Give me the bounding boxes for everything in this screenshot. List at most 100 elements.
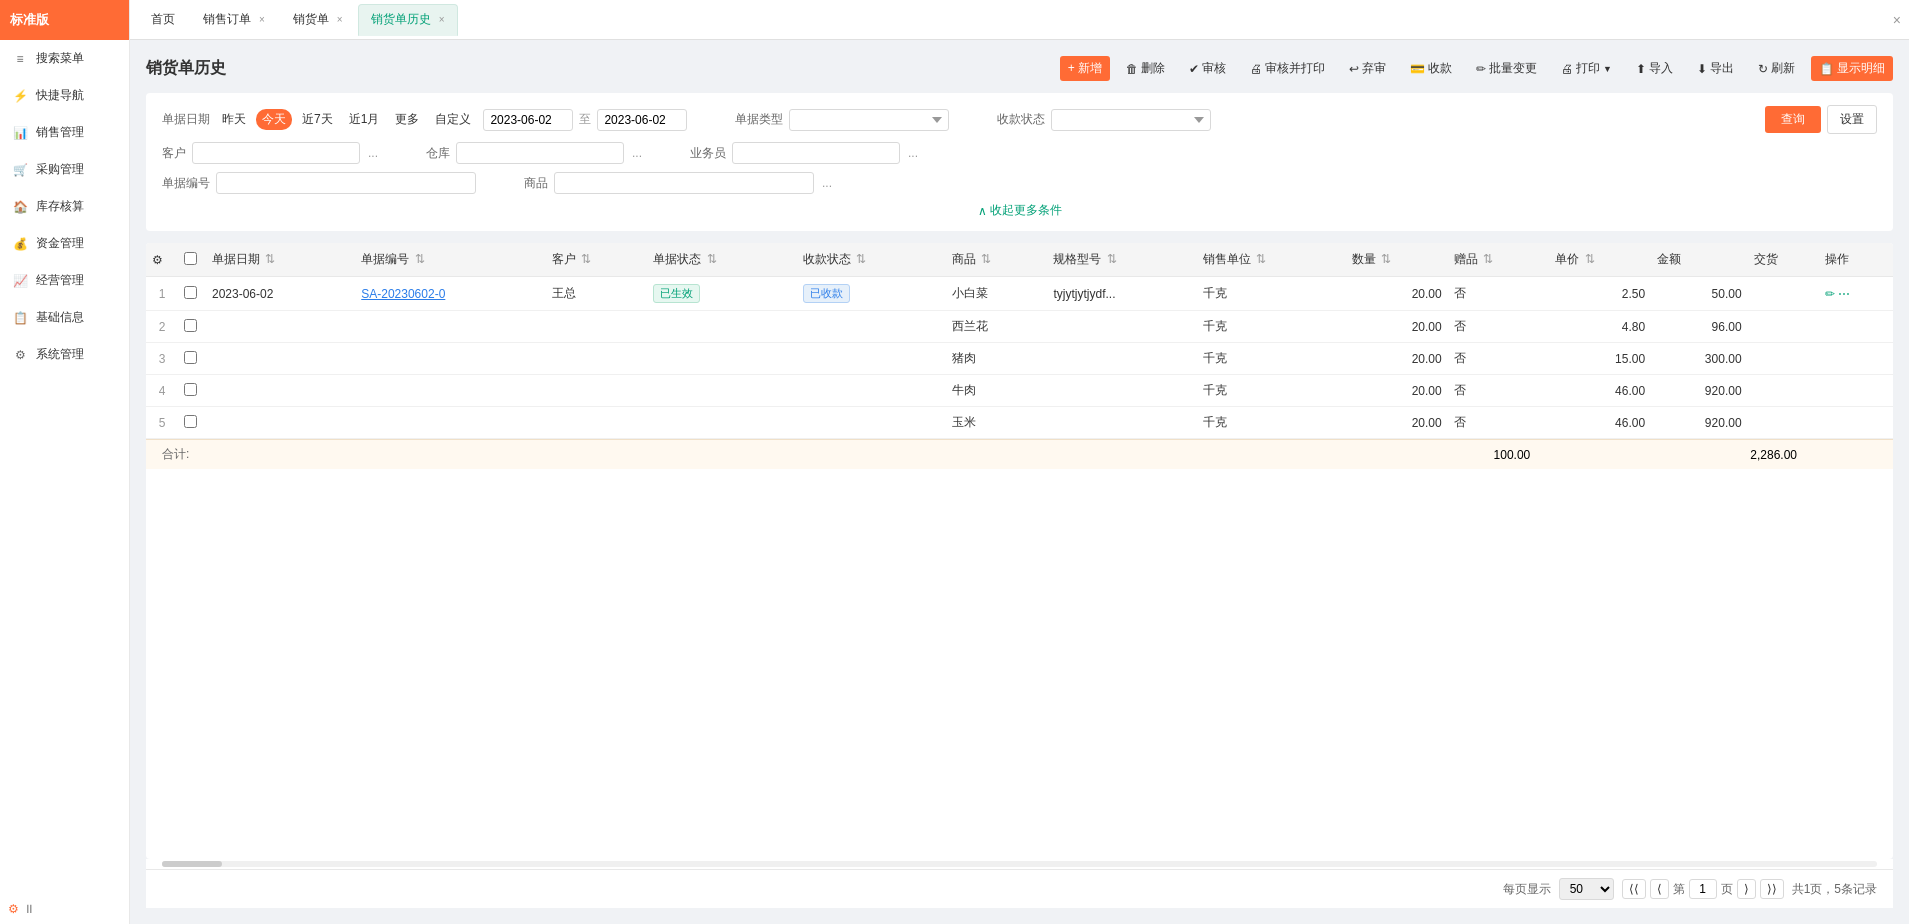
new-button[interactable]: + 新增: [1060, 56, 1110, 81]
cell-checkbox[interactable]: [178, 407, 206, 439]
tab-bar-close-all[interactable]: ×: [1893, 12, 1901, 28]
tab-sales-goods-close[interactable]: ×: [337, 14, 343, 25]
goods-input[interactable]: [554, 172, 814, 194]
date-chip-yesterday[interactable]: 昨天: [216, 109, 252, 130]
sidebar-item-purchase[interactable]: 🛒 采购管理: [0, 151, 129, 188]
more-action[interactable]: ⋯: [1838, 287, 1850, 301]
col-gift-sort[interactable]: ⇅: [1483, 252, 1493, 266]
sidebar-collapse-btn[interactable]: ⏸: [23, 902, 35, 916]
sidebar-item-quicknav[interactable]: ⚡ 快捷导航: [0, 77, 129, 114]
sidebar-item-basic[interactable]: 📋 基础信息: [0, 299, 129, 336]
show-detail-button[interactable]: 📋 显示明细: [1811, 56, 1893, 81]
page-prev-btn[interactable]: ⟨: [1650, 879, 1669, 899]
payment-status-select[interactable]: [1051, 109, 1211, 131]
batch-change-button[interactable]: ✏ 批量变更: [1468, 56, 1545, 81]
cell-checkbox[interactable]: [178, 375, 206, 407]
date-chip-more[interactable]: 更多: [389, 109, 425, 130]
col-price[interactable]: 单价 ⇅: [1549, 243, 1651, 277]
row-checkbox[interactable]: [184, 351, 197, 364]
tab-sales-history[interactable]: 销货单历史 ×: [358, 4, 458, 36]
tab-sales-history-close[interactable]: ×: [439, 14, 445, 25]
set-button[interactable]: 设置: [1827, 105, 1877, 134]
page-last-btn[interactable]: ⟩⟩: [1760, 879, 1784, 899]
col-goods-sort[interactable]: ⇅: [981, 252, 991, 266]
import-button[interactable]: ⬆ 导入: [1628, 56, 1681, 81]
salesman-input[interactable]: [732, 142, 900, 164]
filter-panel: 单据日期 昨天 今天 近7天 近1月 更多 自定义 至 单据类型: [146, 93, 1893, 231]
edit-action[interactable]: ✏: [1825, 287, 1835, 301]
sidebar-item-search[interactable]: ≡ 搜索菜单: [0, 40, 129, 77]
select-all-checkbox[interactable]: [184, 252, 197, 265]
sidebar-item-inventory[interactable]: 🏠 库存核算: [0, 188, 129, 225]
sidebar-item-operation[interactable]: 📈 经营管理: [0, 262, 129, 299]
col-unit-sort[interactable]: ⇅: [1256, 252, 1266, 266]
col-customer[interactable]: 客户 ⇅: [546, 243, 648, 277]
cell-checkbox[interactable]: [178, 311, 206, 343]
col-doc-status-sort[interactable]: ⇅: [707, 252, 717, 266]
collapse-filter-btn[interactable]: ∧ 收起更多条件: [162, 202, 1877, 219]
page-size-select[interactable]: 50 100 200: [1559, 878, 1614, 900]
cell-checkbox[interactable]: [178, 343, 206, 375]
page-number-input[interactable]: [1689, 879, 1717, 899]
date-from-input[interactable]: [483, 109, 573, 131]
col-date-sort[interactable]: ⇅: [265, 252, 275, 266]
col-goods[interactable]: 商品 ⇅: [946, 243, 1048, 277]
review-print-button[interactable]: 🖨 审核并打印: [1242, 56, 1333, 81]
row-checkbox[interactable]: [184, 415, 197, 428]
scrollbar-thumb[interactable]: [162, 861, 222, 867]
date-chip-7days[interactable]: 近7天: [296, 109, 339, 130]
sidebar-settings-btn[interactable]: ⚙: [8, 902, 19, 916]
col-unit[interactable]: 销售单位 ⇅: [1197, 243, 1346, 277]
sidebar-item-sales[interactable]: 📊 销售管理: [0, 114, 129, 151]
col-payment-status[interactable]: 收款状态 ⇅: [797, 243, 946, 277]
goods-picker[interactable]: ...: [822, 176, 832, 190]
col-qty[interactable]: 数量 ⇅: [1346, 243, 1448, 277]
abandon-button[interactable]: ↩ 弃审: [1341, 56, 1394, 81]
page-next-btn[interactable]: ⟩: [1737, 879, 1756, 899]
date-chip-custom[interactable]: 自定义: [429, 109, 477, 130]
col-spec-sort[interactable]: ⇅: [1107, 252, 1117, 266]
warehouse-input[interactable]: [456, 142, 624, 164]
tab-sales-goods[interactable]: 销货单 ×: [280, 4, 356, 36]
settings-column-icon[interactable]: ⚙: [152, 253, 163, 267]
print-button[interactable]: 🖨 打印 ▼: [1553, 56, 1620, 81]
page-first-btn[interactable]: ⟨⟨: [1622, 879, 1646, 899]
export-button[interactable]: ⬇ 导出: [1689, 56, 1742, 81]
col-spec[interactable]: 规格型号 ⇅: [1047, 243, 1196, 277]
col-doc-status[interactable]: 单据状态 ⇅: [647, 243, 796, 277]
tab-sales-order-close[interactable]: ×: [259, 14, 265, 25]
date-chip-today[interactable]: 今天: [256, 109, 292, 130]
sidebar-item-system[interactable]: ⚙ 系统管理: [0, 336, 129, 373]
delete-button[interactable]: 🗑 删除: [1118, 56, 1173, 81]
doc-no-link[interactable]: SA-20230602-0: [361, 287, 445, 301]
tab-sales-order[interactable]: 销售订单 ×: [190, 4, 278, 36]
cell-checkbox[interactable]: [178, 277, 206, 311]
col-date[interactable]: 单据日期 ⇅: [206, 243, 355, 277]
col-checkbox[interactable]: [178, 243, 206, 277]
col-doc-no-sort[interactable]: ⇅: [415, 252, 425, 266]
row-checkbox[interactable]: [184, 286, 197, 299]
salesman-picker[interactable]: ...: [908, 146, 918, 160]
col-qty-sort[interactable]: ⇅: [1381, 252, 1391, 266]
doc-type-select[interactable]: [789, 109, 949, 131]
warehouse-picker[interactable]: ...: [632, 146, 642, 160]
col-payment-status-sort[interactable]: ⇅: [856, 252, 866, 266]
collect-button[interactable]: 💳 收款: [1402, 56, 1460, 81]
row-checkbox[interactable]: [184, 383, 197, 396]
col-doc-no[interactable]: 单据编号 ⇅: [355, 243, 545, 277]
col-settings[interactable]: ⚙: [146, 243, 178, 277]
sidebar-item-finance[interactable]: 💰 资金管理: [0, 225, 129, 262]
tab-home[interactable]: 首页: [138, 4, 188, 36]
refresh-button[interactable]: ↻ 刷新: [1750, 56, 1803, 81]
customer-picker[interactable]: ...: [368, 146, 378, 160]
query-button[interactable]: 查询: [1765, 106, 1821, 133]
date-chip-1month[interactable]: 近1月: [343, 109, 386, 130]
col-gift[interactable]: 赠品 ⇅: [1448, 243, 1550, 277]
col-customer-sort[interactable]: ⇅: [581, 252, 591, 266]
row-checkbox[interactable]: [184, 319, 197, 332]
customer-input[interactable]: [192, 142, 360, 164]
review-button[interactable]: ✔ 审核: [1181, 56, 1234, 81]
doc-no-input[interactable]: [216, 172, 476, 194]
col-price-sort[interactable]: ⇅: [1585, 252, 1595, 266]
date-to-input[interactable]: [597, 109, 687, 131]
